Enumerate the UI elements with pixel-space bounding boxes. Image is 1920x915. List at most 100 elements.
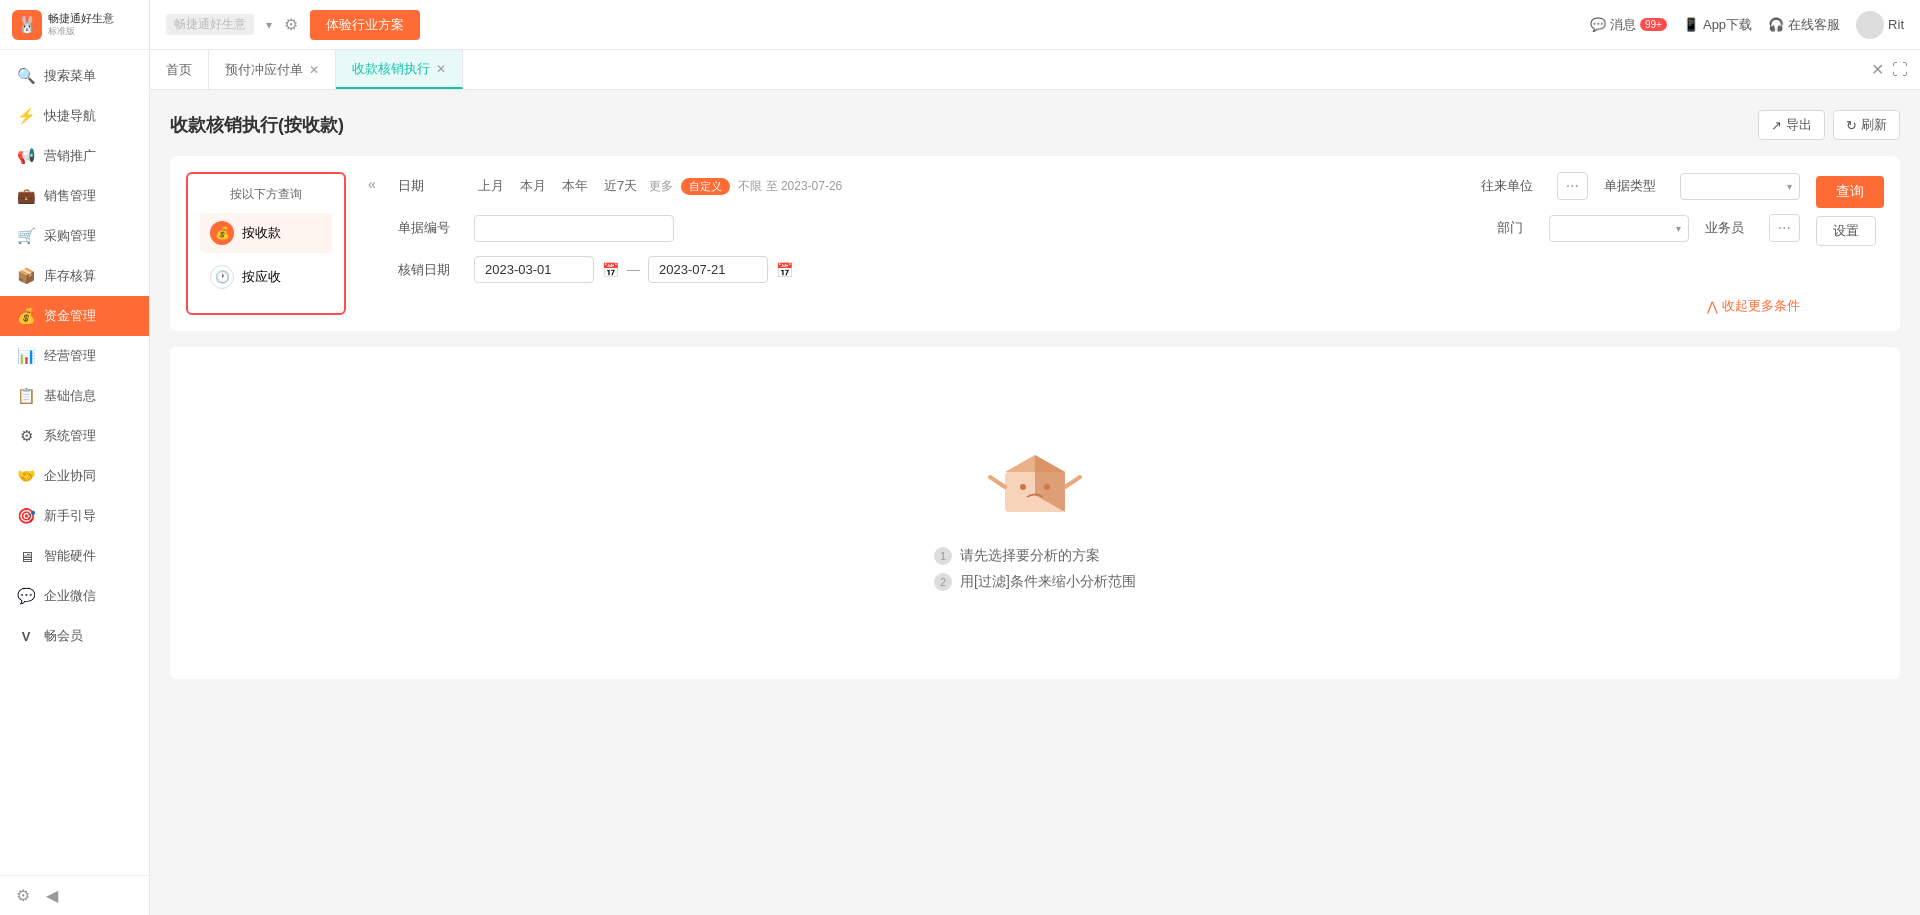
tab-collection[interactable]: 收款核销执行 ✕ [336, 50, 463, 89]
date-custom-badge[interactable]: 自定义 [681, 178, 730, 195]
query-type-by-receivable[interactable]: 🕐 按应收 [200, 257, 332, 297]
verify-date-end-input[interactable] [648, 256, 768, 283]
collapse-more-label: 收起更多条件 [1722, 297, 1800, 315]
filter-area: 按以下方查询 💰 按收款 🕐 按应收 « 日期 [170, 156, 1900, 331]
logo-title: 畅捷通好生意 [48, 11, 114, 25]
main-area: 畅捷通好生意 ▾ ⚙ 体验行业方案 💬 消息 99+ 📱 App下载 🎧 在线客… [150, 0, 1920, 915]
tab-prepay-close-icon[interactable]: ✕ [309, 64, 319, 76]
sidebar-item-marketing[interactable]: 📢 营销推广 [0, 136, 149, 176]
sidebar-item-system[interactable]: ⚙ 系统管理 [0, 416, 149, 456]
dept-select[interactable] [1549, 215, 1689, 242]
date-last-month[interactable]: 上月 [474, 175, 508, 197]
sidebar-item-management[interactable]: 📊 经营管理 [0, 336, 149, 376]
export-icon: ↗ [1771, 118, 1782, 133]
doctype-select-wrapper: ▾ [1680, 173, 1800, 200]
industry-solution-button[interactable]: 体验行业方案 [310, 10, 420, 40]
verify-date-end-calendar-icon[interactable]: 📅 [776, 262, 793, 278]
sidebar-item-label: 经营管理 [44, 347, 96, 365]
date-shortcuts: 上月 本月 本年 近7天 更多 自定义 [474, 175, 730, 197]
sidebar-item-finance[interactable]: 💰 资金管理 [0, 296, 149, 336]
sidebar-item-guide[interactable]: 🎯 新手引导 [0, 496, 149, 536]
sidebar-item-label: 智能硬件 [44, 547, 96, 565]
app-download-button[interactable]: 📱 App下载 [1683, 16, 1752, 34]
collapse-sidebar-icon[interactable]: ◀ [46, 886, 58, 905]
sidebar-item-inventory[interactable]: 📦 库存核算 [0, 256, 149, 296]
filter-actions: 查询 设置 [1816, 172, 1884, 315]
sidebar-item-wechat[interactable]: 💬 企业微信 [0, 576, 149, 616]
doctype-label: 单据类型 [1604, 177, 1664, 195]
guide-icon: 🎯 [16, 506, 36, 526]
page-title-actions: ↗ 导出 ↻ 刷新 [1758, 110, 1900, 140]
salesman-label: 业务员 [1705, 219, 1753, 237]
sidebar-bottom: ⚙ ◀ [0, 875, 149, 915]
sidebar: 🐰 畅捷通好生意 标准版 🔍 搜索菜单 ⚡ 快捷导航 📢 营销推广 💼 销售管理… [0, 0, 150, 915]
date-more[interactable]: 更多 [649, 178, 673, 195]
refresh-button[interactable]: ↻ 刷新 [1833, 110, 1900, 140]
verify-date-start-input[interactable] [474, 256, 594, 283]
date-7days[interactable]: 近7天 [600, 175, 641, 197]
svg-point-3 [1020, 484, 1026, 490]
date-this-month[interactable]: 本月 [516, 175, 550, 197]
tab-home-label: 首页 [166, 61, 192, 79]
filter-row-3: 核销日期 📅 — 📅 [398, 256, 1800, 283]
hint-item-2: 2 用[过滤]条件来缩小分析范围 [934, 573, 1136, 591]
sidebar-item-search[interactable]: 🔍 搜索菜单 [0, 56, 149, 96]
verify-date-group: 📅 — 📅 [474, 256, 793, 283]
hint-num-1: 1 [934, 547, 952, 565]
sidebar-item-hardware[interactable]: 🖥 智能硬件 [0, 536, 149, 576]
settings-bottom-icon[interactable]: ⚙ [16, 886, 30, 905]
sidebar-item-purchase[interactable]: 🛒 采购管理 [0, 216, 149, 256]
topbar-brand: 畅捷通好生意 [166, 14, 254, 35]
sidebar-item-sales[interactable]: 💼 销售管理 [0, 176, 149, 216]
sidebar-item-label: 搜索菜单 [44, 67, 96, 85]
brand-text: 畅捷通好生意 [166, 14, 254, 35]
hardware-icon: 🖥 [16, 546, 36, 566]
query-button[interactable]: 查询 [1816, 176, 1884, 208]
doctype-select[interactable] [1680, 173, 1800, 200]
collab-icon: 🤝 [16, 466, 36, 486]
dept-control: ▾ [1549, 215, 1689, 242]
settings-button[interactable]: 设置 [1816, 216, 1876, 246]
empty-svg [985, 427, 1085, 527]
sidebar-item-collab[interactable]: 🤝 企业协同 [0, 456, 149, 496]
tab-bar-actions: ✕ ⛶ [1859, 50, 1920, 89]
verify-date-start-calendar-icon[interactable]: 📅 [602, 262, 619, 278]
svg-point-4 [1044, 484, 1050, 490]
message-icon: 💬 [1590, 17, 1606, 32]
sidebar-item-vip[interactable]: V 畅会员 [0, 616, 149, 656]
service-icon: 🎧 [1768, 17, 1784, 32]
collapse-more-button[interactable]: ⋀ 收起更多条件 [398, 297, 1800, 315]
tab-home[interactable]: 首页 [150, 50, 209, 89]
basic-icon: 📋 [16, 386, 36, 406]
date-this-year[interactable]: 本年 [558, 175, 592, 197]
date-label: 日期 [398, 177, 458, 195]
chevron-up-icon: ⋀ [1707, 299, 1718, 314]
user-info[interactable]: Rit [1856, 11, 1904, 39]
partner-select-button[interactable]: ··· [1557, 172, 1588, 200]
filter-form: 日期 上月 本月 本年 近7天 更多 自定义 不限 至 2023-07-26 往… [398, 172, 1800, 315]
empty-hints: 1 请先选择要分析的方案 2 用[过滤]条件来缩小分析范围 [934, 547, 1136, 599]
sidebar-item-basic[interactable]: 📋 基础信息 [0, 376, 149, 416]
salesman-select-button[interactable]: ··· [1769, 214, 1800, 242]
collapse-query-panel-button[interactable]: « [362, 172, 382, 192]
query-type-receivable-label: 按应收 [242, 268, 281, 286]
wechat-icon: 💬 [16, 586, 36, 606]
tab-expand-icon[interactable]: ⛶ [1892, 61, 1908, 79]
message-button[interactable]: 💬 消息 99+ [1590, 16, 1667, 34]
chevron-down-icon: ▾ [266, 18, 272, 32]
export-button[interactable]: ↗ 导出 [1758, 110, 1825, 140]
gear-icon[interactable]: ⚙ [284, 15, 298, 34]
management-icon: 📊 [16, 346, 36, 366]
sidebar-item-label: 系统管理 [44, 427, 96, 445]
sidebar-item-quicknav[interactable]: ⚡ 快捷导航 [0, 96, 149, 136]
tab-close-all-icon[interactable]: ✕ [1871, 60, 1884, 79]
customer-service-button[interactable]: 🎧 在线客服 [1768, 16, 1840, 34]
tab-collection-close-icon[interactable]: ✕ [436, 63, 446, 75]
docno-input[interactable] [474, 215, 674, 242]
sidebar-item-label: 营销推广 [44, 147, 96, 165]
customer-service-label: 在线客服 [1788, 16, 1840, 34]
filter-row-1: 日期 上月 本月 本年 近7天 更多 自定义 不限 至 2023-07-26 往… [398, 172, 1800, 200]
query-type-by-receipt[interactable]: 💰 按收款 [200, 213, 332, 253]
finance-icon: 💰 [16, 306, 36, 326]
tab-prepay[interactable]: 预付冲应付单 ✕ [209, 50, 336, 89]
